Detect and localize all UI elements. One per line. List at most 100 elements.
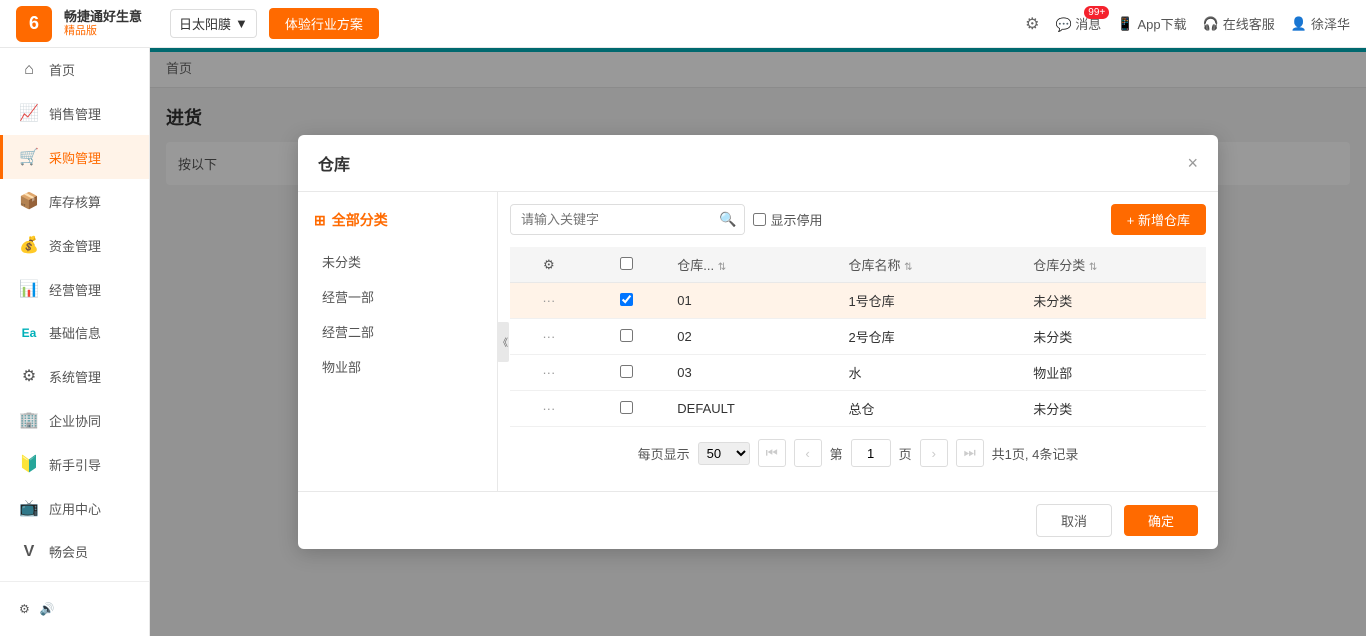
row-category: 物业部 — [1021, 355, 1206, 391]
add-warehouse-button[interactable]: + 新增仓库 — [1111, 204, 1206, 235]
row-actions[interactable]: ··· — [510, 355, 588, 391]
chevron-down-icon: ▼ — [235, 16, 248, 31]
row-index: 02 — [665, 319, 836, 355]
table-row[interactable]: ··· 01 1号仓库 未分类 — [510, 283, 1206, 319]
category-item-ops1[interactable]: 经营一部 — [310, 279, 485, 314]
prev-page-button[interactable]: ‹ — [794, 439, 822, 467]
user-menu[interactable]: 👤 徐泽华 — [1291, 14, 1350, 33]
category-item-unclassified[interactable]: 未分类 — [310, 244, 485, 279]
dialog-body: ⊞ 全部分类 未分类 经营一部 经营二部 物业部 《 — [298, 192, 1218, 491]
sidebar-item-sales[interactable]: 📈 销售管理 — [0, 91, 149, 135]
col-checkbox — [588, 247, 666, 283]
all-categories-header[interactable]: ⊞ 全部分类 — [310, 204, 485, 236]
row-checkbox[interactable] — [620, 329, 633, 342]
sidebar-item-enterprise[interactable]: 🏢 企业协同 — [0, 398, 149, 442]
volume-icon: 🔊 — [40, 602, 55, 616]
settings-bottom-icon: ⚙ — [19, 602, 30, 616]
dialog-close-button[interactable]: × — [1187, 153, 1198, 174]
col-category-header[interactable]: 仓库分类 ⇅ — [1021, 247, 1206, 283]
notification-area[interactable]: 💬 消息 99+ — [1055, 14, 1101, 33]
cancel-button[interactable]: 取消 — [1036, 504, 1112, 537]
app-download[interactable]: 📱 App下载 — [1117, 14, 1186, 33]
main-content: 首页 进货 按以下 仓库 × ⊞ — [150, 48, 1366, 636]
sidebar-item-inventory[interactable]: 📦 库存核算 — [0, 179, 149, 223]
sort-category-icon: ⇅ — [1089, 262, 1097, 273]
row-category: 未分类 — [1021, 391, 1206, 427]
app-center-icon: 📺 — [19, 498, 39, 518]
warehouse-table-panel: 🔍 显示停用 + 新增仓库 — [498, 192, 1218, 491]
warehouse-table: ⚙ 仓库... ⇅ — [510, 247, 1206, 427]
table-toolbar: 🔍 显示停用 + 新增仓库 — [510, 204, 1206, 235]
settings-icon[interactable]: ⚙ — [1025, 14, 1039, 34]
per-page-label: 每页显示 — [638, 444, 690, 463]
collapse-panel-button[interactable]: 《 — [497, 322, 509, 362]
row-category: 未分类 — [1021, 319, 1206, 355]
sidebar-settings[interactable]: ⚙ 🔊 — [0, 590, 149, 628]
sort-name-icon: ⇅ — [904, 262, 912, 273]
show-disabled-toggle: 显示停用 — [753, 210, 822, 229]
category-panel: ⊞ 全部分类 未分类 经营一部 经营二部 物业部 《 — [298, 192, 498, 491]
inventory-icon: 📦 — [19, 191, 39, 211]
online-service[interactable]: 🎧 在线客服 — [1203, 14, 1275, 33]
dialog-overlay: 仓库 × ⊞ 全部分类 未分类 经营一部 经营二部 物业部 — [150, 48, 1366, 636]
sidebar-item-home[interactable]: ⌂ 首页 — [0, 48, 149, 91]
next-page-button[interactable]: › — [920, 439, 948, 467]
sidebar-item-member[interactable]: V 畅会员 — [0, 530, 149, 573]
row-actions[interactable]: ··· — [510, 319, 588, 355]
select-all-checkbox[interactable] — [620, 257, 633, 270]
basic-info-icon: Ea — [19, 326, 39, 340]
row-checkbox[interactable] — [620, 401, 633, 414]
row-category: 未分类 — [1021, 283, 1206, 319]
table-row[interactable]: ··· DEFAULT 总仓 未分类 — [510, 391, 1206, 427]
enterprise-icon: 🏢 — [19, 410, 39, 430]
topbar-right: ⚙ 💬 消息 99+ 📱 App下载 🎧 在线客服 👤 徐泽华 — [1025, 14, 1350, 34]
sidebar-bottom: ⚙ 🔊 — [0, 581, 149, 636]
per-page-select[interactable]: 50 10 20 100 — [698, 442, 750, 465]
sidebar: ⌂ 首页 📈 销售管理 🛒 采购管理 📦 库存核算 💰 资金管理 📊 经营管理 … — [0, 48, 150, 636]
sort-code-icon: ⇅ — [718, 262, 726, 273]
table-container: ⚙ 仓库... ⇅ — [510, 247, 1206, 427]
sidebar-item-system[interactable]: ⚙ 系统管理 — [0, 354, 149, 398]
purchase-icon: 🛒 — [19, 147, 39, 167]
row-index: DEFAULT — [665, 391, 836, 427]
grid-icon: ⊞ — [314, 212, 326, 229]
row-index: 03 — [665, 355, 836, 391]
sidebar-item-basic-info[interactable]: Ea 基础信息 — [0, 311, 149, 354]
last-page-button[interactable]: ⏭ — [956, 439, 984, 467]
table-row[interactable]: ··· 03 水 物业部 — [510, 355, 1206, 391]
row-name: 水 — [836, 355, 1021, 391]
page-unit: 页 — [899, 444, 912, 463]
sidebar-item-operations[interactable]: 📊 经营管理 — [0, 267, 149, 311]
company-selector[interactable]: 日太阳膜 ▼ — [170, 9, 257, 38]
col-settings: ⚙ — [510, 247, 588, 283]
col-code-header[interactable]: 仓库... ⇅ — [665, 247, 836, 283]
show-disabled-checkbox[interactable] — [753, 213, 766, 226]
category-item-property[interactable]: 物业部 — [310, 349, 485, 384]
trial-button[interactable]: 体验行业方案 — [269, 8, 379, 39]
sidebar-item-purchase[interactable]: 🛒 采购管理 — [0, 135, 149, 179]
topbar: 6 畅捷通好生意 精品版 日太阳膜 ▼ 体验行业方案 ⚙ 💬 消息 99+ 📱 … — [0, 0, 1366, 48]
row-checkbox[interactable] — [620, 293, 633, 306]
search-button[interactable]: 🔍 — [711, 205, 744, 234]
row-checkbox[interactable] — [620, 365, 633, 378]
sidebar-item-app-center[interactable]: 📺 应用中心 — [0, 486, 149, 530]
first-page-button[interactable]: ⏮ — [758, 439, 786, 467]
operations-icon: 📊 — [19, 279, 39, 299]
sidebar-item-guide[interactable]: 🔰 新手引导 — [0, 442, 149, 486]
row-actions[interactable]: ··· — [510, 391, 588, 427]
confirm-button[interactable]: 确定 — [1124, 505, 1198, 536]
page-number-input[interactable] — [851, 439, 891, 467]
search-input-wrap: 🔍 — [510, 204, 745, 235]
search-input[interactable] — [511, 206, 711, 233]
row-name: 1号仓库 — [836, 283, 1021, 319]
dialog-title: 仓库 — [318, 151, 350, 175]
member-icon: V — [19, 543, 39, 561]
pagination: 每页显示 50 10 20 100 ⏮ ‹ 第 页 — [510, 427, 1206, 479]
category-item-ops2[interactable]: 经营二部 — [310, 314, 485, 349]
table-row[interactable]: ··· 02 2号仓库 未分类 — [510, 319, 1206, 355]
row-actions[interactable]: ··· — [510, 283, 588, 319]
col-name-header[interactable]: 仓库名称 ⇅ — [836, 247, 1021, 283]
sidebar-item-finance[interactable]: 💰 资金管理 — [0, 223, 149, 267]
sales-icon: 📈 — [19, 103, 39, 123]
row-index: 01 — [665, 283, 836, 319]
